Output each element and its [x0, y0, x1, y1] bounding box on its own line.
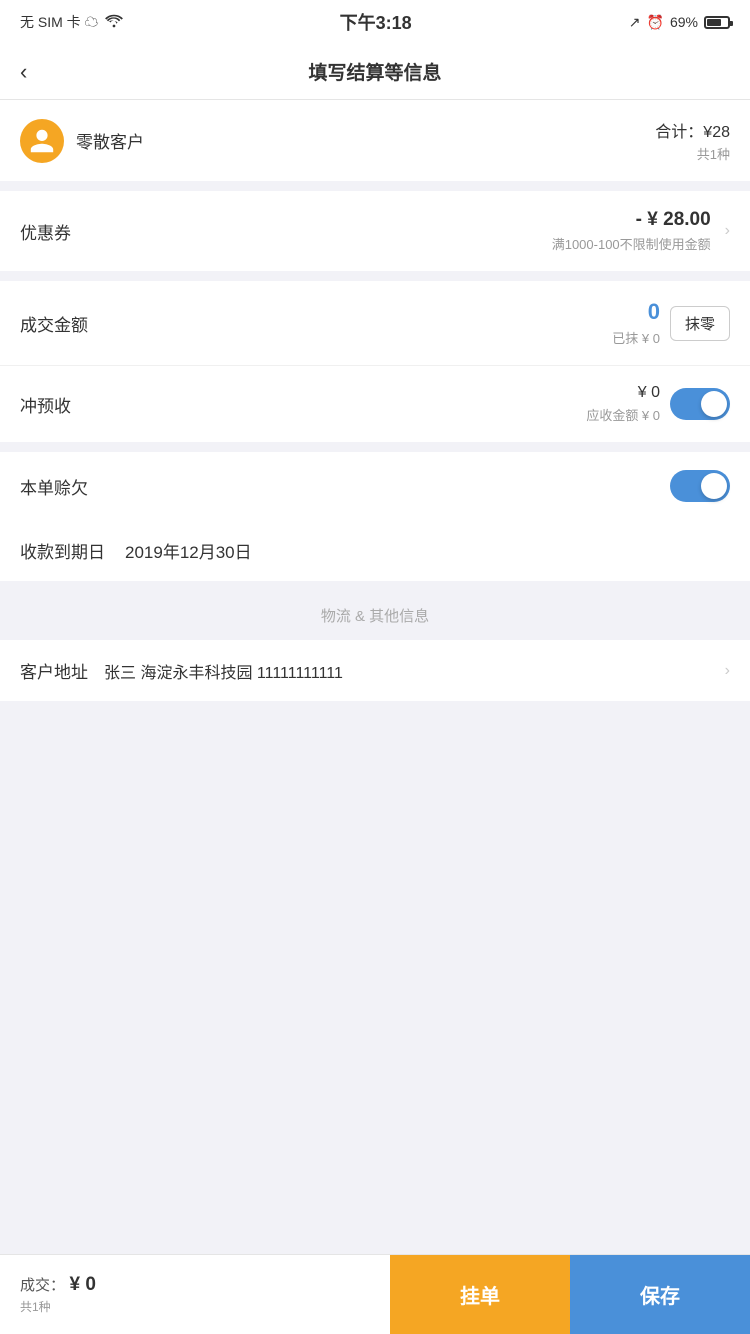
nav-bar: ‹ 填写结算等信息 [0, 44, 750, 100]
prepay-toggle[interactable] [670, 388, 730, 420]
transaction-sub: 已抹 ¥ 0 [612, 328, 660, 347]
customer-row: 零散客户 合计：¥28 共1种 [0, 100, 750, 181]
customer-summary: 合计：¥28 共1种 [655, 118, 730, 163]
bottom-bar: 成交： ¥ 0 共1种 挂单 保存 [0, 1254, 750, 1334]
chevron-icon: › [725, 222, 730, 240]
transaction-row: 成交金额 0 已抹 ¥ 0 抹零 [0, 281, 750, 365]
transaction-section: 成交金额 0 已抹 ¥ 0 抹零 冲预收 ¥ 0 应收金额 ¥ 0 [0, 281, 750, 442]
customer-name: 零散客户 [76, 128, 144, 153]
toggle-knob [701, 391, 727, 417]
prepay-label: 冲预收 [20, 392, 71, 417]
prepay-sub: 应收金额 ¥ 0 [586, 405, 660, 424]
debt-row: 本单赊欠 [0, 452, 750, 520]
address-section: 客户地址 张三 海淀永丰科技园 11111111111 › [0, 640, 750, 701]
no-sim-text: 无 SIM 卡 ☁ [20, 12, 99, 32]
page-title: 填写结算等信息 [308, 58, 441, 85]
transaction-label: 成交金额 [20, 311, 88, 336]
debt-label: 本单赊欠 [20, 474, 88, 499]
status-right: ↗ ⏰ 69% [629, 14, 730, 31]
back-button[interactable]: ‹ [12, 51, 35, 93]
avatar [20, 119, 64, 163]
address-chevron-icon: › [725, 662, 730, 680]
coupon-row[interactable]: 优惠券 - ¥ 28.00 满1000-100不限制使用金额 › [0, 191, 750, 271]
round-button[interactable]: 抹零 [670, 306, 730, 341]
coupon-label: 优惠券 [20, 219, 71, 244]
battery-percent: 69% [670, 14, 698, 30]
debt-toggle[interactable] [670, 470, 730, 502]
total-count: 共1种 [655, 144, 730, 163]
status-bar: 无 SIM 卡 ☁ 下午3:18 ↗ ⏰ 69% [0, 0, 750, 44]
pending-button[interactable]: 挂单 [390, 1255, 570, 1334]
bottom-left: 成交： ¥ 0 共1种 [0, 1274, 390, 1315]
location-icon: ↗ [629, 14, 641, 31]
bottom-count: 共1种 [20, 1298, 370, 1315]
debt-right [670, 470, 730, 502]
logistics-section-label: 物流 & 其他信息 [0, 591, 750, 640]
battery-icon [704, 16, 730, 29]
transaction-value[interactable]: 0 [648, 299, 660, 324]
prepay-row: 冲预收 ¥ 0 应收金额 ¥ 0 [0, 365, 750, 442]
prepay-right: ¥ 0 应收金额 ¥ 0 [586, 384, 730, 424]
alarm-icon: ⏰ [647, 14, 664, 31]
status-time: 下午3:18 [340, 9, 412, 35]
content: 零散客户 合计：¥28 共1种 优惠券 - ¥ 28.00 满1000-100不… [0, 100, 750, 801]
debt-section: 本单赊欠 收款到期日 2019年12月30日 [0, 452, 750, 581]
coupon-section: 优惠券 - ¥ 28.00 满1000-100不限制使用金额 › [0, 191, 750, 271]
debt-toggle-knob [701, 473, 727, 499]
prepay-value: ¥ 0 [586, 384, 660, 402]
transaction-right: 0 已抹 ¥ 0 抹零 [612, 299, 730, 347]
coupon-right: - ¥ 28.00 满1000-100不限制使用金额 › [552, 209, 730, 253]
customer-left: 零散客户 [20, 119, 144, 163]
address-label: 客户地址 [20, 658, 88, 683]
address-row[interactable]: 客户地址 张三 海淀永丰科技园 11111111111 › [0, 640, 750, 701]
address-value: 张三 海淀永丰科技园 11111111111 [104, 659, 721, 683]
total-amount: 合计：¥28 [655, 118, 730, 142]
coupon-value: - ¥ 28.00 [552, 209, 711, 231]
status-left: 无 SIM 卡 ☁ [20, 12, 123, 32]
coupon-sub: 满1000-100不限制使用金额 [552, 234, 711, 253]
wifi-icon [105, 14, 123, 31]
bottom-label: 成交： [20, 1277, 65, 1294]
save-button[interactable]: 保存 [570, 1255, 750, 1334]
due-date-value[interactable]: 2019年12月30日 [125, 538, 252, 563]
due-date-label: 收款到期日 [20, 538, 105, 563]
due-date-row: 收款到期日 2019年12月30日 [0, 520, 750, 581]
bottom-amount: ¥ 0 [69, 1274, 95, 1295]
